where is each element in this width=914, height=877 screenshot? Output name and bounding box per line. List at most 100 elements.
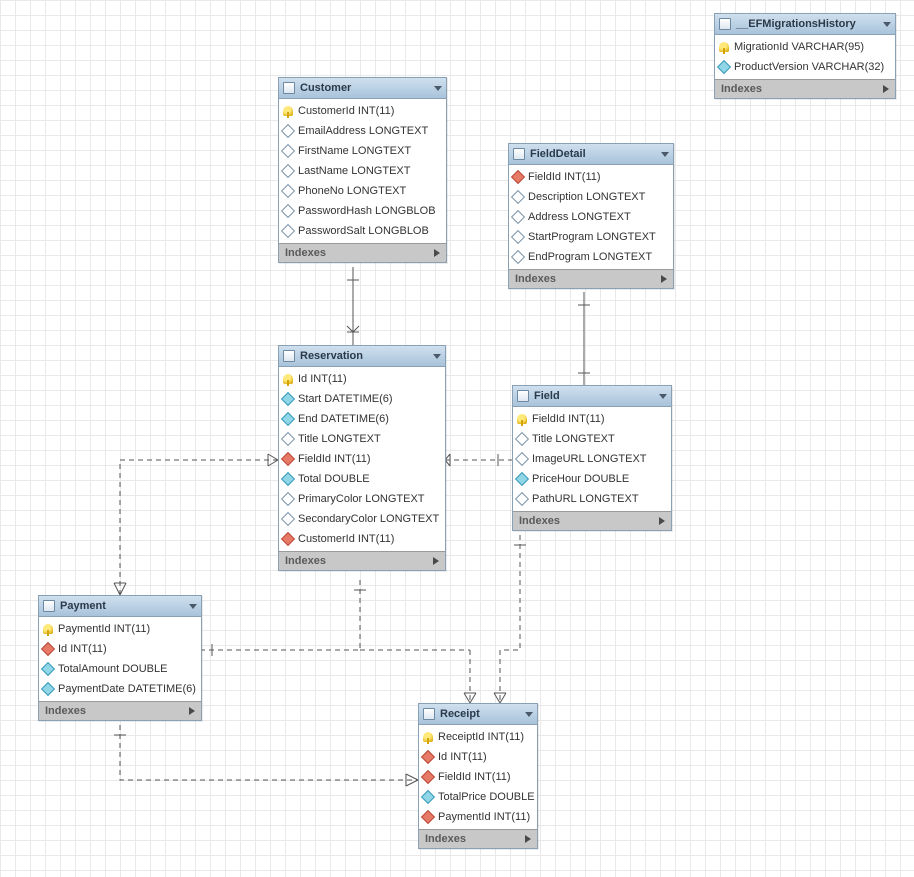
column-item[interactable]: Start DATETIME(6) (279, 389, 445, 409)
notnull-diamond-icon (41, 662, 55, 676)
expand-arrow-icon[interactable] (434, 249, 440, 257)
collapse-caret-icon[interactable] (883, 22, 891, 27)
column-item[interactable]: StartProgram LONGTEXT (509, 227, 673, 247)
column-item[interactable]: MigrationId VARCHAR(95) (715, 37, 895, 57)
column-item[interactable]: LastName LONGTEXT (279, 161, 446, 181)
column-label: PhoneNo LONGTEXT (298, 183, 406, 199)
column-item[interactable]: ImageURL LONGTEXT (513, 449, 671, 469)
column-item[interactable]: CustomerId INT(11) (279, 101, 446, 121)
column-item[interactable]: PasswordHash LONGBLOB (279, 201, 446, 221)
column-item[interactable]: PhoneNo LONGTEXT (279, 181, 446, 201)
nullable-diamond-icon (281, 432, 295, 446)
column-label: CustomerId INT(11) (298, 531, 394, 547)
column-item[interactable]: End DATETIME(6) (279, 409, 445, 429)
expand-arrow-icon[interactable] (433, 557, 439, 565)
table-header[interactable]: Receipt (419, 704, 537, 725)
nullable-diamond-icon (281, 144, 295, 158)
indexes-section[interactable]: Indexes (513, 511, 671, 530)
column-item[interactable]: FieldId INT(11) (509, 167, 673, 187)
column-item[interactable]: Total DOUBLE (279, 469, 445, 489)
nullable-diamond-icon (281, 164, 295, 178)
column-label: LastName LONGTEXT (298, 163, 410, 179)
notnull-diamond-icon (717, 60, 731, 74)
column-item[interactable]: SecondaryColor LONGTEXT (279, 509, 445, 529)
collapse-caret-icon[interactable] (434, 86, 442, 91)
table-header[interactable]: Customer (279, 78, 446, 99)
column-item[interactable]: CustomerId INT(11) (279, 529, 445, 549)
table-reservation[interactable]: ReservationId INT(11)Start DATETIME(6)En… (278, 345, 446, 571)
collapse-caret-icon[interactable] (661, 152, 669, 157)
column-item[interactable]: EndProgram LONGTEXT (509, 247, 673, 267)
column-item[interactable]: FirstName LONGTEXT (279, 141, 446, 161)
column-item[interactable]: FieldId INT(11) (419, 767, 537, 787)
table-header[interactable]: Reservation (279, 346, 445, 367)
nullable-diamond-icon (511, 190, 525, 204)
expand-arrow-icon[interactable] (659, 517, 665, 525)
nullable-diamond-icon (511, 210, 525, 224)
indexes-section[interactable]: Indexes (39, 701, 201, 720)
indexes-label: Indexes (515, 273, 556, 285)
table-payment[interactable]: PaymentPaymentId INT(11)Id INT(11) TotalA… (38, 595, 202, 721)
indexes-section[interactable]: Indexes (509, 269, 673, 288)
column-label: ImageURL LONGTEXT (532, 451, 647, 467)
column-item[interactable]: PaymentId INT(11) (39, 619, 201, 639)
expand-arrow-icon[interactable] (661, 275, 667, 283)
table-header[interactable]: Field (513, 386, 671, 407)
table-receipt[interactable]: ReceiptReceiptId INT(11)Id INT(11)FieldI… (418, 703, 538, 849)
erd-canvas: { "footer_label": "Indexes", "tables": {… (0, 0, 914, 877)
table-header[interactable]: Payment (39, 596, 201, 617)
table-header[interactable]: __EFMigrationsHistory (715, 14, 895, 35)
column-item[interactable]: FieldId INT(11) (279, 449, 445, 469)
column-item[interactable]: EmailAddress LONGTEXT (279, 121, 446, 141)
column-item[interactable]: Id INT(11) (419, 747, 537, 767)
collapse-caret-icon[interactable] (433, 354, 441, 359)
table-header[interactable]: FieldDetail (509, 144, 673, 165)
table-customer[interactable]: CustomerCustomerId INT(11)EmailAddress L… (278, 77, 447, 263)
column-item[interactable]: Address LONGTEXT (509, 207, 673, 227)
table-field[interactable]: Field FieldId INT(11) Title LONGTEXT ImageU… (512, 385, 672, 531)
foreign-key-icon (41, 642, 55, 656)
expand-arrow-icon[interactable] (525, 835, 531, 843)
table-fielddetail[interactable]: FieldDetailFieldId INT(11)Description LO… (508, 143, 674, 289)
indexes-label: Indexes (285, 247, 326, 259)
collapse-caret-icon[interactable] (189, 604, 197, 609)
column-item[interactable]: Id INT(11) (39, 639, 201, 659)
column-item[interactable]: TotalAmount DOUBLE (39, 659, 201, 679)
column-item[interactable]: Title LONGTEXT (279, 429, 445, 449)
nullable-diamond-icon (515, 452, 529, 466)
indexes-label: Indexes (45, 705, 86, 717)
column-label: TotalAmount DOUBLE (58, 661, 167, 677)
table-efmigrationshistory[interactable]: __EFMigrationsHistoryMigrationId VARCHAR… (714, 13, 896, 99)
column-item[interactable]: FieldId INT(11) (513, 409, 671, 429)
expand-arrow-icon[interactable] (883, 85, 889, 93)
column-item[interactable]: PaymentId INT(11) (419, 807, 537, 827)
column-label: FieldId INT(11) (298, 451, 371, 467)
indexes-section[interactable]: Indexes (279, 551, 445, 570)
expand-arrow-icon[interactable] (189, 707, 195, 715)
column-item[interactable]: Description LONGTEXT (509, 187, 673, 207)
indexes-section[interactable]: Indexes (715, 79, 895, 98)
column-item[interactable]: PathURL LONGTEXT (513, 489, 671, 509)
column-item[interactable]: Title LONGTEXT (513, 429, 671, 449)
indexes-section[interactable]: Indexes (279, 243, 446, 262)
collapse-caret-icon[interactable] (525, 712, 533, 717)
collapse-caret-icon[interactable] (659, 394, 667, 399)
column-item[interactable]: PasswordSalt LONGBLOB (279, 221, 446, 241)
notnull-diamond-icon (281, 412, 295, 426)
column-item[interactable]: Id INT(11) (279, 369, 445, 389)
column-item[interactable]: PaymentDate DATETIME(6) (39, 679, 201, 699)
column-item[interactable]: ProductVersion VARCHAR(32) (715, 57, 895, 77)
indexes-section[interactable]: Indexes (419, 829, 537, 848)
column-label: FirstName LONGTEXT (298, 143, 411, 159)
column-item[interactable]: PrimaryColor LONGTEXT (279, 489, 445, 509)
column-label: PasswordHash LONGBLOB (298, 203, 436, 219)
indexes-label: Indexes (721, 83, 762, 95)
column-item[interactable]: TotalPrice DOUBLE (419, 787, 537, 807)
column-list: ReceiptId INT(11)Id INT(11)FieldId INT(1… (419, 725, 537, 829)
column-item[interactable]: ReceiptId INT(11) (419, 727, 537, 747)
column-label: PrimaryColor LONGTEXT (298, 491, 425, 507)
column-item[interactable]: PriceHour DOUBLE (513, 469, 671, 489)
nullable-diamond-icon (281, 124, 295, 138)
column-label: FieldId INT(11) (532, 411, 605, 427)
column-list: FieldId INT(11) Title LONGTEXT ImageURL LO… (513, 407, 671, 511)
